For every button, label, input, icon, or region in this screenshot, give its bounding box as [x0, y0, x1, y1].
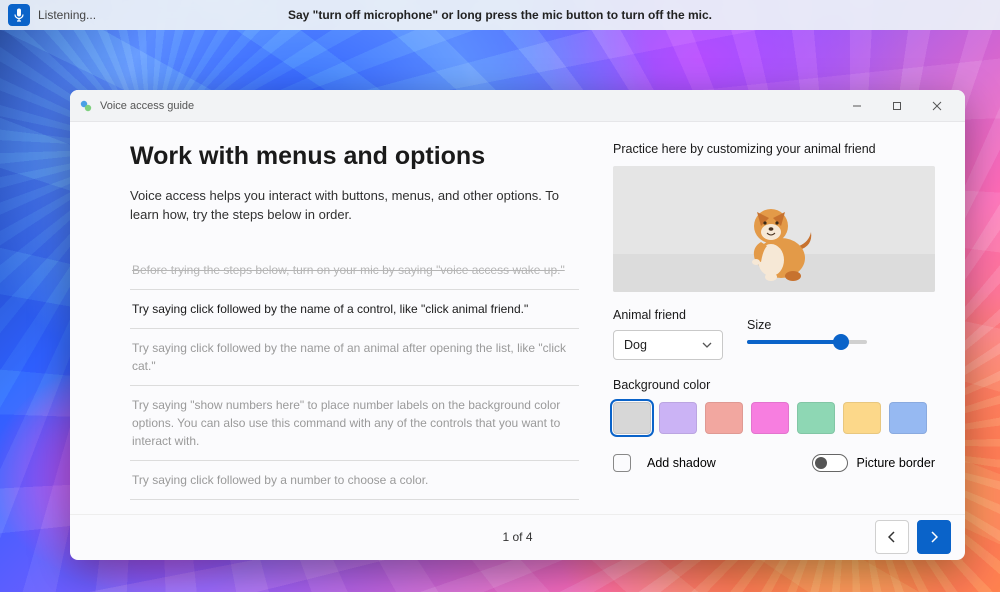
prev-button[interactable] [875, 520, 909, 554]
animal-friend-dropdown[interactable]: Dog [613, 330, 723, 360]
checkbox-icon [613, 454, 631, 472]
chevron-right-icon [930, 531, 938, 543]
animal-illustration [729, 198, 819, 284]
guide-text-pane: Work with menus and options Voice access… [130, 142, 579, 500]
add-shadow-label: Add shadow [647, 456, 716, 470]
size-label: Size [747, 318, 935, 332]
voice-access-bar: Listening... Say "turn off microphone" o… [0, 0, 1000, 30]
background-color-swatches [613, 402, 935, 434]
chevron-down-icon [702, 342, 712, 348]
practice-pane: Practice here by customizing your animal… [613, 142, 935, 500]
add-shadow-checkbox[interactable]: Add shadow [613, 454, 716, 472]
color-swatch[interactable] [751, 402, 789, 434]
page-title: Work with menus and options [130, 142, 579, 171]
voice-status-text: Listening... [38, 8, 96, 22]
color-swatch[interactable] [797, 402, 835, 434]
app-icon [78, 98, 94, 114]
step-item: Before trying the steps below, turn on y… [130, 251, 579, 290]
step-item: Try saying click followed by the name of… [130, 290, 579, 329]
step-item: Try saying click followed by a number to… [130, 461, 579, 500]
next-button[interactable] [917, 520, 951, 554]
step-item: Try saying click followed by the name of… [130, 329, 579, 386]
practice-label: Practice here by customizing your animal… [613, 142, 935, 156]
color-swatch[interactable] [889, 402, 927, 434]
voice-hint-text: Say "turn off microphone" or long press … [288, 8, 712, 22]
picture-border-toggle[interactable]: Picture border [812, 454, 935, 472]
color-swatch[interactable] [843, 402, 881, 434]
animal-friend-value: Dog [624, 338, 647, 352]
page-indicator: 1 of 4 [502, 530, 532, 544]
steps-list: Before trying the steps below, turn on y… [130, 251, 579, 500]
maximize-button[interactable] [877, 90, 917, 122]
background-color-label: Background color [613, 378, 935, 392]
window-title: Voice access guide [100, 100, 194, 112]
color-swatch[interactable] [613, 402, 651, 434]
color-swatch[interactable] [659, 402, 697, 434]
minimize-button[interactable] [837, 90, 877, 122]
mic-button[interactable] [8, 4, 30, 26]
animal-friend-label: Animal friend [613, 308, 723, 322]
step-item: Try saying "show numbers here" to place … [130, 386, 579, 461]
microphone-icon [13, 8, 25, 22]
voice-access-guide-window: Voice access guide Work with menus and o… [70, 90, 965, 560]
footer: 1 of 4 [70, 514, 965, 560]
close-button[interactable] [917, 90, 957, 122]
chevron-left-icon [888, 531, 896, 543]
titlebar[interactable]: Voice access guide [70, 90, 965, 122]
picture-border-label: Picture border [856, 456, 935, 470]
intro-text: Voice access helps you interact with but… [130, 187, 570, 225]
preview-canvas [613, 166, 935, 292]
size-slider[interactable] [747, 340, 867, 344]
color-swatch[interactable] [705, 402, 743, 434]
toggle-icon [812, 454, 848, 472]
